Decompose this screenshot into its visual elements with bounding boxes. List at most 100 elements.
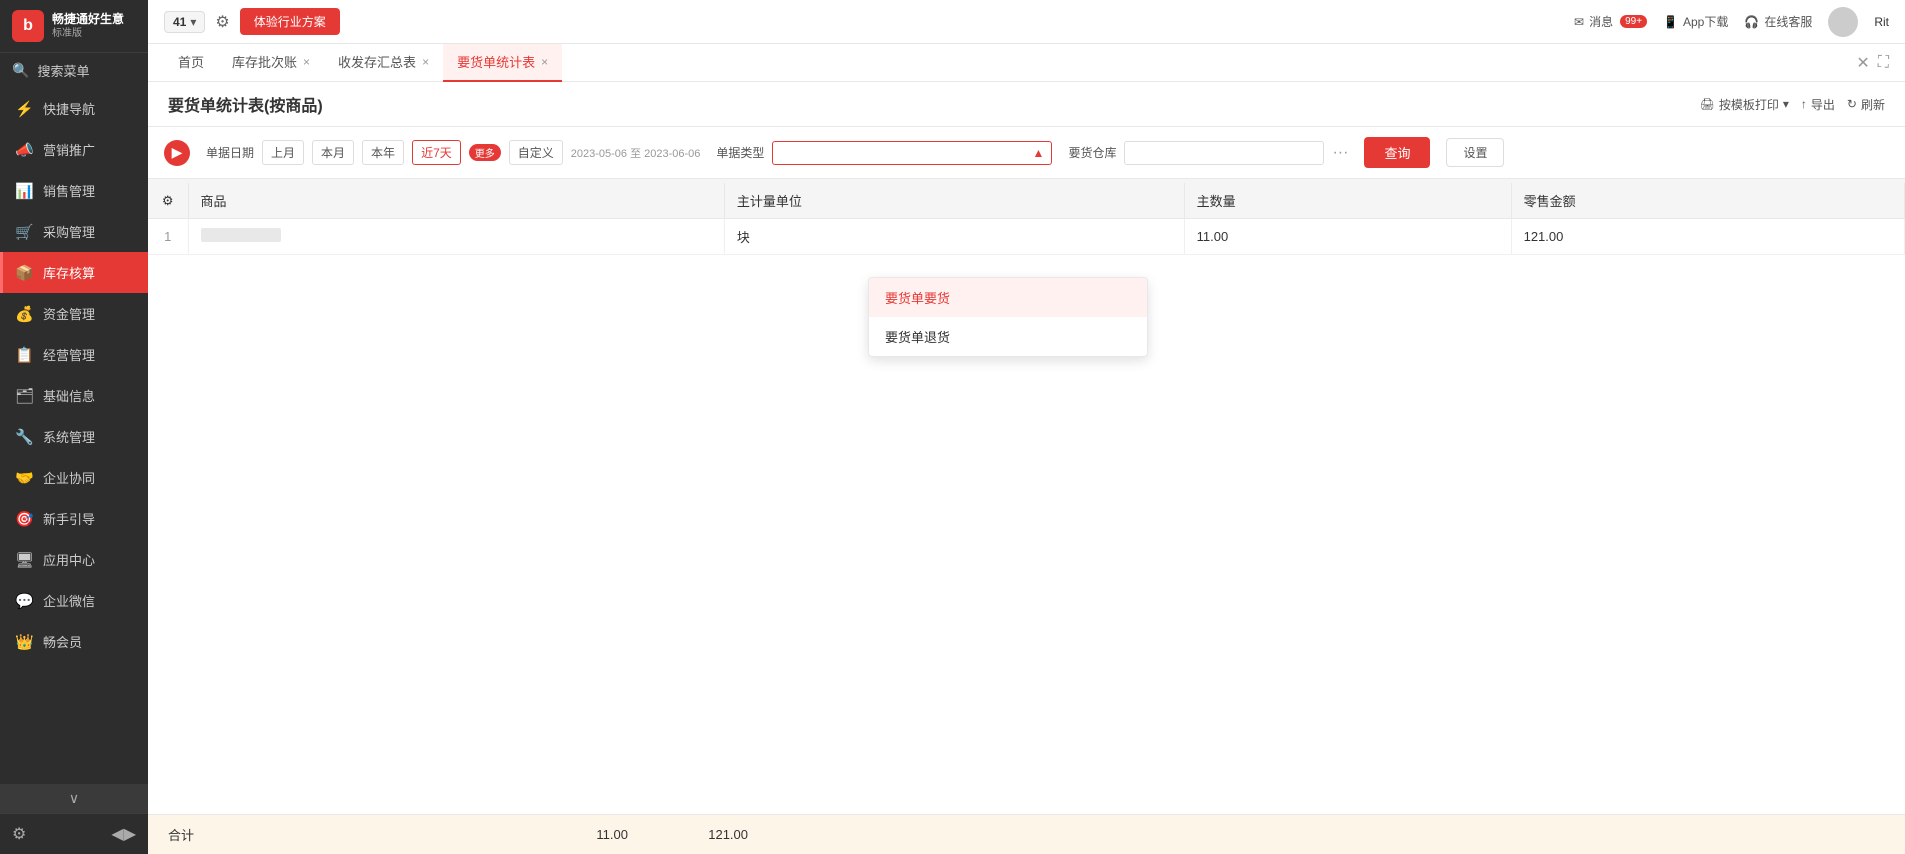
nav-label-marketing-promote: 营销推广 <box>43 140 95 159</box>
user-avatar[interactable] <box>1828 7 1858 37</box>
tab-home[interactable]: 首页 <box>164 44 218 82</box>
sidebar-item-beginner-guide[interactable]: 🎯 新手引导 <box>0 498 148 539</box>
tab-label-order-summary: 要货单统计表 <box>457 52 535 71</box>
tenant-num: 41 <box>173 15 186 29</box>
nav-icon-marketing-promote: 📣 <box>15 141 33 159</box>
print-button[interactable]: 🖨 按模板打印 ▾ <box>1700 96 1789 113</box>
tenant-switcher[interactable]: 41 ▾ <box>164 11 205 33</box>
dropdown-item-order-return[interactable]: 要货单退货 <box>869 317 1147 356</box>
topbar-gear-icon[interactable]: ⚙ <box>215 12 229 32</box>
date-last-month-btn[interactable]: 上月 <box>262 140 304 165</box>
tab-close-inventory-batch[interactable]: × <box>303 56 310 68</box>
tabs-controls: ✕ ⛶ <box>1856 53 1889 73</box>
page-title: 要货单统计表(按商品) <box>168 92 323 116</box>
export-icon: ↑ <box>1801 97 1807 111</box>
tab-close-order-summary[interactable]: × <box>541 56 548 68</box>
page-header: 要货单统计表(按商品) 🖨 按模板打印 ▾ ↑ 导出 ↻ 刷新 <box>148 82 1905 127</box>
nav-label-enterprise-wechat: 企业微信 <box>43 591 95 610</box>
sidebar-search-btn[interactable]: 🔍 搜索菜单 <box>0 53 148 88</box>
sidebar-item-inventory-calc[interactable]: 📦 库存核算 <box>0 252 148 293</box>
sidebar-item-purchase-mgmt[interactable]: 🛒 采购管理 <box>0 211 148 252</box>
dropdown-item-order-goods[interactable]: 要货单要货 <box>869 278 1147 317</box>
user-name: Rit <box>1874 15 1889 29</box>
sidebar-item-enterprise-wechat[interactable]: 💬 企业微信 <box>0 580 148 621</box>
date-filter-label: 单据日期 <box>206 144 254 161</box>
date-last-7days-btn[interactable]: 近7天 <box>412 140 461 165</box>
tab-close-recv-send-summary[interactable]: × <box>422 56 429 68</box>
date-this-year-btn[interactable]: 本年 <box>362 140 404 165</box>
filter-expand-button[interactable]: ▶ <box>164 140 190 166</box>
print-chevron-icon: ▾ <box>1783 97 1789 111</box>
sidebar-item-member[interactable]: 👑 畅会员 <box>0 621 148 662</box>
nav-label-system-mgmt: 系统管理 <box>43 427 95 446</box>
sidebar-item-quick-nav[interactable]: ⚡ 快捷导航 <box>0 88 148 129</box>
export-button[interactable]: ↑ 导出 <box>1801 96 1835 113</box>
sidebar-item-ops-mgmt[interactable]: 📋 经营管理 <box>0 334 148 375</box>
warehouse-filter-input[interactable] <box>1124 141 1324 165</box>
date-range-text: 2023-05-06 至 2023-06-06 <box>571 145 701 161</box>
type-input-wrapper: ▲ <box>772 141 1052 165</box>
sidebar-item-marketing-promote[interactable]: 📣 营销推广 <box>0 129 148 170</box>
cell-num-0: 1 <box>148 219 188 255</box>
nav-icon-enterprise-collab: 🤝 <box>15 469 33 487</box>
nav-icon-beginner-guide: 🎯 <box>15 510 33 528</box>
date-this-month-btn[interactable]: 本月 <box>312 140 354 165</box>
col-product: 商品 <box>188 183 724 219</box>
sidebar-item-system-mgmt[interactable]: 🔧 系统管理 <box>0 416 148 457</box>
sidebar-scroll-down[interactable]: ∨ <box>0 784 148 813</box>
nav-label-member: 畅会员 <box>43 632 82 651</box>
message-action[interactable]: ✉ 消息 99+ <box>1574 13 1647 30</box>
sidebar-item-enterprise-collab[interactable]: 🤝 企业协同 <box>0 457 148 498</box>
sidebar-item-sales-mgmt[interactable]: 📊 销售管理 <box>0 170 148 211</box>
sidebar-nav: 📣 营销推广 📊 销售管理 🛒 采购管理 📦 库存核算 💰 资金管理 📋 经营管… <box>0 129 148 784</box>
expand-tabs-button[interactable]: ⛶ <box>1878 54 1889 72</box>
type-filter-input[interactable] <box>772 141 1052 165</box>
close-all-tabs-button[interactable]: ✕ <box>1856 53 1869 73</box>
expand-icon: ▶ <box>172 144 183 161</box>
phone-icon: 📱 <box>1663 15 1678 29</box>
query-button[interactable]: 查询 <box>1364 137 1430 168</box>
date-more-badge[interactable]: 更多 <box>469 144 501 161</box>
type-chevron-up-icon[interactable]: ▲ <box>1033 146 1045 160</box>
app-download-action[interactable]: 📱 App下载 <box>1663 13 1728 30</box>
promote-button[interactable]: 体验行业方案 <box>240 8 340 35</box>
tab-inventory-batch[interactable]: 库存批次账 × <box>218 44 324 82</box>
date-custom-btn[interactable]: 自定义 <box>509 140 563 165</box>
warehouse-more-icon[interactable]: ··· <box>1332 144 1348 162</box>
nav-icon-sales-mgmt: 📊 <box>15 182 33 200</box>
nav-label-sales-mgmt: 销售管理 <box>43 181 95 200</box>
settings-icon[interactable]: ⚙ <box>12 824 26 844</box>
nav-icon-enterprise-wechat: 💬 <box>15 592 33 610</box>
col-settings[interactable]: ⚙ <box>148 183 188 219</box>
app-download-label: App下载 <box>1683 13 1728 30</box>
message-label: 消息 <box>1589 13 1613 30</box>
refresh-label: 刷新 <box>1861 96 1885 113</box>
nav-label-enterprise-collab: 企业协同 <box>43 468 95 487</box>
sidebar-item-base-info[interactable]: 🗂 基础信息 <box>0 375 148 416</box>
col-qty: 主数量 <box>1184 183 1511 219</box>
chevron-down-icon: ▾ <box>190 15 196 29</box>
headset-icon: 🎧 <box>1744 15 1759 29</box>
tab-order-summary[interactable]: 要货单统计表 × <box>443 44 562 82</box>
sidebar-item-app-center[interactable]: 🖥 应用中心 <box>0 539 148 580</box>
cell-product-0 <box>188 219 724 255</box>
sidebar-item-finance-mgmt[interactable]: 💰 资金管理 <box>0 293 148 334</box>
app-title: 畅捷通好生意 标准版 <box>52 12 124 41</box>
cell-amount-0: 121.00 <box>1511 219 1904 255</box>
settings-filter-button[interactable]: 设置 <box>1446 138 1504 167</box>
collapse-icon[interactable]: ◀▶ <box>111 824 136 844</box>
tabs-bar: 首页库存批次账×收发存汇总表×要货单统计表× ✕ ⛶ <box>148 44 1905 82</box>
tab-label-inventory-batch: 库存批次账 <box>232 52 297 71</box>
col-unit: 主计量单位 <box>724 183 1184 219</box>
nav-icon-member: 👑 <box>15 633 33 651</box>
nav-icon-purchase-mgmt: 🛒 <box>15 223 33 241</box>
tab-recv-send-summary[interactable]: 收发存汇总表× <box>324 44 443 82</box>
online-service-action[interactable]: 🎧 在线客服 <box>1744 13 1812 30</box>
warehouse-filter-label: 要货仓库 <box>1068 144 1116 161</box>
tab-label-home: 首页 <box>178 52 204 71</box>
app-logo: b <box>12 10 44 42</box>
footer-qty: 11.00 <box>518 827 648 842</box>
refresh-button[interactable]: ↻ 刷新 <box>1847 96 1885 113</box>
print-icon: 🖨 <box>1700 97 1715 111</box>
message-badge: 99+ <box>1620 15 1647 28</box>
